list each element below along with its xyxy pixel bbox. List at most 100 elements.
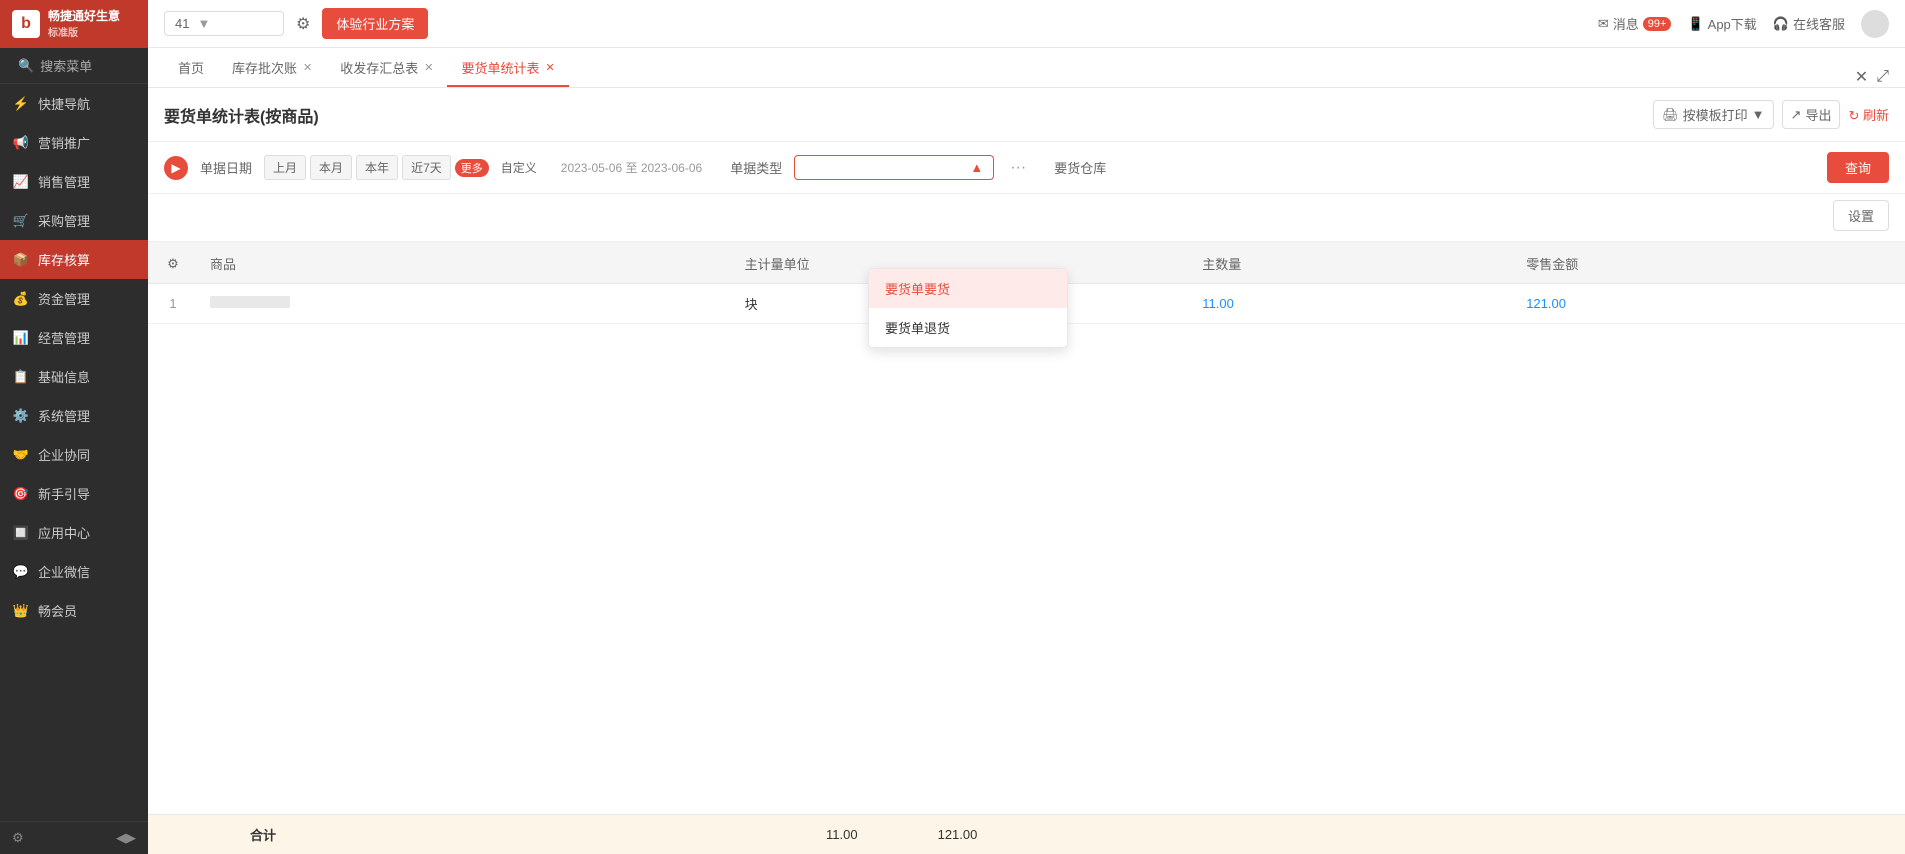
- sidebar-item-operations[interactable]: 📊 经营管理: [0, 318, 148, 357]
- main-area: 41 ▼ ⚙ 体验行业方案 ✉ 消息 99+ 📱 App下载 🎧 在线客服: [148, 0, 1905, 854]
- settings-icon[interactable]: ⚙: [12, 830, 24, 846]
- sidebar-item-label: 快捷导航: [38, 94, 90, 113]
- sidebar-item-system[interactable]: ⚙️ 系统管理: [0, 396, 148, 435]
- close-icon[interactable]: ✕: [546, 61, 555, 74]
- enterprise-icon: 🤝: [12, 446, 30, 464]
- message-icon: ✉: [1598, 16, 1609, 32]
- sidebar-item-marketing[interactable]: 📢 营销推广: [0, 123, 148, 162]
- sidebar-item-member[interactable]: 👑 畅会员: [0, 591, 148, 630]
- sidebar-item-guide[interactable]: 🎯 新手引导: [0, 474, 148, 513]
- sidebar-item-label: 库存核算: [38, 250, 90, 269]
- print-icon: 🖨: [1662, 107, 1679, 123]
- row-quantity[interactable]: 11.00: [1190, 284, 1514, 324]
- col-quantity: 主数量: [1190, 244, 1514, 284]
- expand-icon[interactable]: ⤢: [1876, 68, 1889, 86]
- sidebar: b 畅捷通好生意 标准版 🔍 搜索菜单 ⚡ 快捷导航 📢 营销推广 📈 销售管理…: [0, 0, 148, 854]
- more-badge[interactable]: 更多: [455, 159, 489, 177]
- app-logo: b 畅捷通好生意 标准版: [0, 0, 148, 48]
- company-selector[interactable]: 41 ▼: [164, 11, 284, 36]
- app-center-icon: 🔲: [12, 524, 30, 542]
- member-icon: 👑: [12, 602, 30, 620]
- collapse-icon[interactable]: ◀▶: [116, 830, 136, 846]
- dropdown-item-order-goods[interactable]: 要货单要货: [869, 269, 1067, 308]
- message-button[interactable]: ✉ 消息 99+: [1598, 14, 1672, 33]
- expand-filter-button[interactable]: ▶: [164, 156, 188, 180]
- sidebar-item-basic-info[interactable]: 📋 基础信息: [0, 357, 148, 396]
- tabs-actions: ✕ ⤢: [1855, 67, 1889, 87]
- row-amount[interactable]: 121.00: [1514, 284, 1905, 324]
- sidebar-item-label: 营销推广: [38, 133, 90, 152]
- refresh-button[interactable]: ↻ 刷新: [1848, 105, 1889, 124]
- avatar[interactable]: [1861, 10, 1889, 38]
- prev-month-button[interactable]: 上月: [264, 155, 306, 180]
- sidebar-item-wechat[interactable]: 💬 企业微信: [0, 552, 148, 591]
- page-actions: 🖨 按模板打印 ▼ ↗ 导出 ↻ 刷新: [1653, 100, 1889, 141]
- date-range-display: 2023-05-06 至 2023-06-06: [561, 159, 702, 176]
- close-icon[interactable]: ✕: [303, 61, 312, 74]
- sidebar-item-quick-nav[interactable]: ⚡ 快捷导航: [0, 84, 148, 123]
- topbar-left: 41 ▼ ⚙ 体验行业方案: [164, 8, 428, 39]
- sidebar-item-app-center[interactable]: 🔲 应用中心: [0, 513, 148, 552]
- topbar-right: ✉ 消息 99+ 📱 App下载 🎧 在线客服: [1598, 10, 1889, 38]
- guide-icon: 🎯: [12, 485, 30, 503]
- purchase-icon: 🛒: [12, 212, 30, 230]
- trial-button[interactable]: 体验行业方案: [322, 8, 428, 39]
- sidebar-item-label: 应用中心: [38, 523, 90, 542]
- sidebar-nav: ⚡ 快捷导航 📢 营销推广 📈 销售管理 🛒 采购管理 📦 库存核算 💰 资金管…: [0, 84, 148, 821]
- basic-info-icon: 📋: [12, 368, 30, 386]
- app-sub: 标准版: [48, 24, 120, 39]
- sidebar-item-label: 企业微信: [38, 562, 90, 581]
- col-gear[interactable]: ⚙: [148, 244, 198, 284]
- this-month-button[interactable]: 本月: [310, 155, 352, 180]
- refresh-icon: ↻: [1848, 108, 1859, 123]
- sidebar-item-label: 系统管理: [38, 406, 90, 425]
- type-select[interactable]: ▲: [794, 155, 994, 180]
- gear-icon[interactable]: ⚙: [167, 256, 179, 271]
- sidebar-item-enterprise[interactable]: 🤝 企业协同: [0, 435, 148, 474]
- sidebar-item-label: 销售管理: [38, 172, 90, 191]
- tab-home[interactable]: 首页: [164, 50, 218, 87]
- app-download-label: App下载: [1708, 14, 1757, 33]
- topbar: 41 ▼ ⚙ 体验行业方案 ✉ 消息 99+ 📱 App下载 🎧 在线客服: [148, 0, 1905, 48]
- tab-inventory-batch[interactable]: 库存批次账 ✕: [218, 50, 326, 87]
- sidebar-item-sales[interactable]: 📈 销售管理: [0, 162, 148, 201]
- search-menu[interactable]: 🔍 搜索菜单: [0, 48, 148, 84]
- search-label: 搜索菜单: [40, 56, 92, 75]
- sidebar-item-finance[interactable]: 💰 资金管理: [0, 279, 148, 318]
- last-7-days-button[interactable]: 近7天: [402, 155, 451, 180]
- print-button[interactable]: 🖨 按模板打印 ▼: [1653, 100, 1773, 129]
- tab-inventory-batch-label: 库存批次账: [232, 58, 297, 77]
- this-year-button[interactable]: 本年: [356, 155, 398, 180]
- dropdown-item-order-return[interactable]: 要货单退货: [869, 308, 1067, 347]
- sidebar-bottom: ⚙ ◀▶: [0, 821, 148, 854]
- sidebar-item-label: 畅会员: [38, 601, 77, 620]
- gear-icon[interactable]: ⚙: [296, 14, 310, 34]
- footer-quantity: 11.00: [826, 827, 858, 842]
- inventory-icon: 📦: [12, 251, 30, 269]
- sidebar-item-inventory[interactable]: 📦 库存核算: [0, 240, 148, 279]
- col-amount: 零售金额: [1514, 244, 1905, 284]
- page-header: 要货单统计表(按商品) 🖨 按模板打印 ▼ ↗ 导出 ↻ 刷新: [148, 88, 1905, 142]
- settings-button[interactable]: 设置: [1833, 200, 1889, 231]
- tab-order-stats[interactable]: 要货单统计表 ✕: [447, 50, 568, 87]
- sidebar-item-label: 采购管理: [38, 211, 90, 230]
- sidebar-item-label: 经营管理: [38, 328, 90, 347]
- query-button[interactable]: 查询: [1827, 152, 1889, 183]
- export-icon: ↗: [1791, 107, 1802, 123]
- chevron-down-icon: ▼: [197, 16, 210, 31]
- export-button[interactable]: ↗ 导出: [1782, 100, 1841, 129]
- more-options-button[interactable]: ···: [1010, 159, 1026, 177]
- logo-icon: b: [12, 10, 40, 38]
- online-service-button[interactable]: 🎧 在线客服: [1773, 14, 1845, 33]
- type-dropdown: 要货单要货 要货单退货: [868, 268, 1068, 348]
- tab-receivable-summary[interactable]: 收发存汇总表 ✕: [326, 50, 447, 87]
- sidebar-item-purchase[interactable]: 🛒 采购管理: [0, 201, 148, 240]
- message-badge: 99+: [1643, 17, 1672, 31]
- online-service-label: 在线客服: [1793, 14, 1845, 33]
- company-selector-text: 41: [175, 16, 189, 31]
- custom-date-button[interactable]: 自定义: [493, 156, 545, 179]
- footer-label: 合计: [250, 825, 276, 844]
- close-all-button[interactable]: ✕: [1855, 67, 1868, 87]
- app-download-button[interactable]: 📱 App下载: [1687, 14, 1756, 33]
- close-icon[interactable]: ✕: [424, 61, 433, 74]
